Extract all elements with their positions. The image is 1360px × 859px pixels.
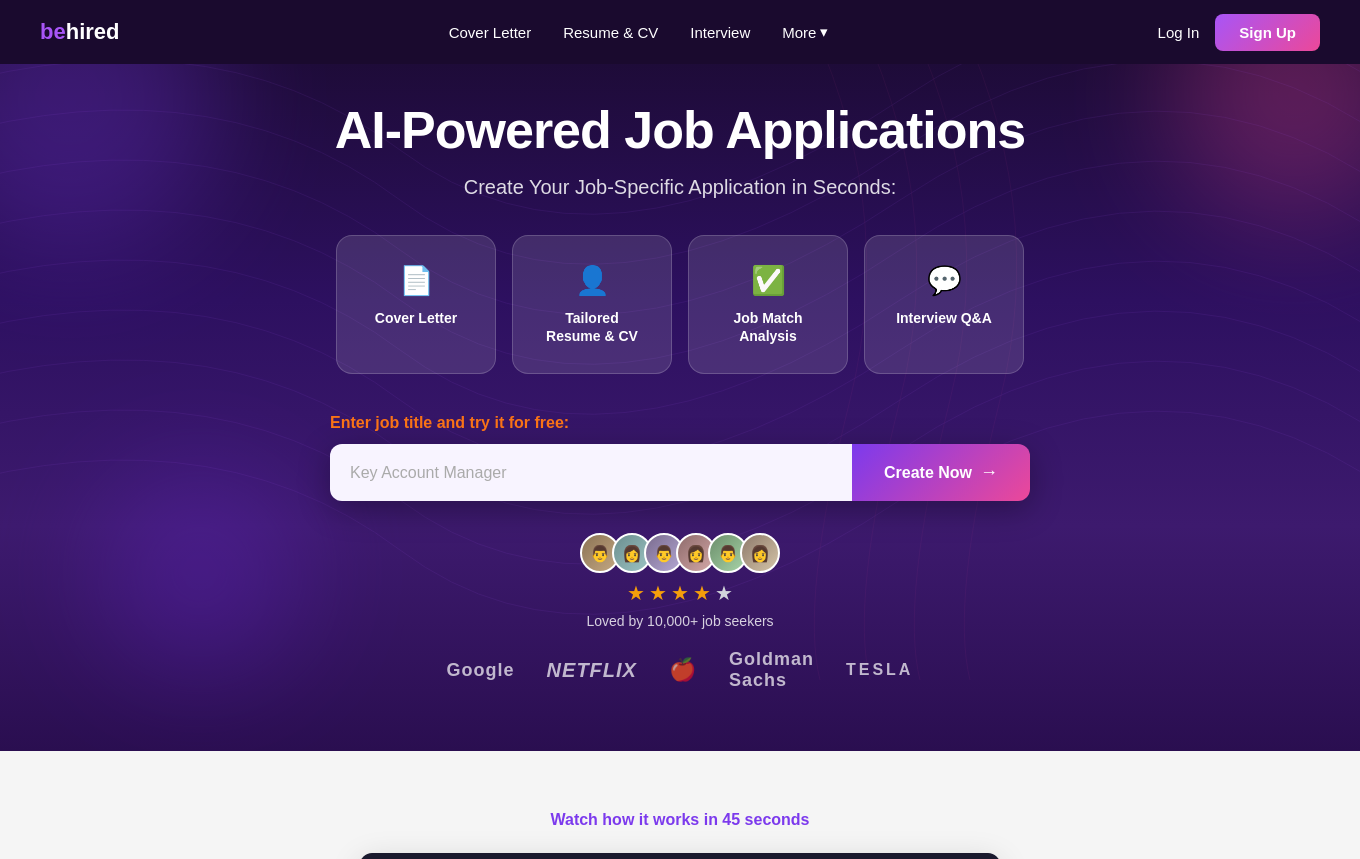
cover-letter-label: Cover Letter xyxy=(375,309,457,327)
feature-cards-row: 📄 Cover Letter 👤 Tailored Resume & CV ✅ … xyxy=(336,235,1024,374)
star-5: ★ xyxy=(715,581,733,605)
job-match-label: Job Match Analysis xyxy=(713,309,823,345)
navbar: behired Cover Letter Resume & CV Intervi… xyxy=(0,0,1360,64)
netflix-logo: NETFLIX xyxy=(547,659,637,682)
logo-hired: hired xyxy=(66,19,120,44)
job-title-input[interactable] xyxy=(330,444,852,501)
tailored-resume-icon: 👤 xyxy=(575,264,610,297)
apple-logo: 🍎 xyxy=(669,657,697,683)
star-2: ★ xyxy=(649,581,667,605)
company-logos-row: Google NETFLIX 🍎 GoldmanSachs TESLA xyxy=(447,649,914,691)
create-now-button[interactable]: Create Now → xyxy=(852,444,1030,501)
feature-card-cover-letter[interactable]: 📄 Cover Letter xyxy=(336,235,496,374)
loved-text: Loved by 10,000+ job seekers xyxy=(586,613,773,629)
signup-button[interactable]: Sign Up xyxy=(1215,14,1320,51)
feature-card-tailored-resume[interactable]: 👤 Tailored Resume & CV xyxy=(512,235,672,374)
job-match-icon: ✅ xyxy=(751,264,786,297)
nav-cover-letter[interactable]: Cover Letter xyxy=(449,24,532,41)
cta-section: Enter job title and try it for free: Cre… xyxy=(330,414,1030,501)
arrow-right-icon: → xyxy=(980,462,998,483)
login-button[interactable]: Log In xyxy=(1158,24,1200,41)
cta-label: Enter job title and try it for free: xyxy=(330,414,1030,432)
stars-row: ★ ★ ★ ★ ★ xyxy=(627,581,733,605)
star-1: ★ xyxy=(627,581,645,605)
cover-letter-icon: 📄 xyxy=(399,264,434,297)
star-3: ★ xyxy=(671,581,689,605)
video-inner: bh Introduction to Behired - How to Crea… xyxy=(360,853,1000,859)
hero-subtitle: Create Your Job-Specific Application in … xyxy=(464,176,897,199)
video-container: bh Introduction to Behired - How to Crea… xyxy=(360,853,1000,859)
watch-link[interactable]: Watch how it works in 45 seconds xyxy=(550,811,809,828)
cta-input-row: Create Now → xyxy=(330,444,1030,501)
hero-section: AI-Powered Job Applications Create Your … xyxy=(0,0,1360,751)
chevron-down-icon xyxy=(820,23,828,41)
nav-interview[interactable]: Interview xyxy=(690,24,750,41)
google-logo: Google xyxy=(447,660,515,681)
cta-free-text: try it for free xyxy=(470,414,564,431)
tesla-logo: TESLA xyxy=(846,661,913,679)
avatar-6: 👩 xyxy=(740,533,780,573)
nav-right: Log In Sign Up xyxy=(1158,14,1320,51)
interview-qa-icon: 💬 xyxy=(927,264,962,297)
below-fold-section: Watch how it works in 45 seconds bh Intr… xyxy=(0,751,1360,859)
social-proof: 👨 👩 👨 👩 👨 👩 ★ ★ ★ ★ ★ Loved by 10,000+ j… xyxy=(580,533,780,629)
nav-more[interactable]: More xyxy=(782,23,828,41)
feature-card-job-match[interactable]: ✅ Job Match Analysis xyxy=(688,235,848,374)
interview-qa-label: Interview Q&A xyxy=(896,309,992,327)
star-4: ★ xyxy=(693,581,711,605)
nav-resume-cv[interactable]: Resume & CV xyxy=(563,24,658,41)
logo-be: be xyxy=(40,19,66,44)
feature-card-interview-qa[interactable]: 💬 Interview Q&A xyxy=(864,235,1024,374)
avatars-row: 👨 👩 👨 👩 👨 👩 xyxy=(580,533,780,573)
goldman-sachs-logo: GoldmanSachs xyxy=(729,649,814,691)
hero-title: AI-Powered Job Applications xyxy=(335,100,1026,160)
logo[interactable]: behired xyxy=(40,19,119,45)
tailored-resume-label: Tailored Resume & CV xyxy=(537,309,647,345)
nav-links: Cover Letter Resume & CV Interview More xyxy=(449,23,829,41)
blob-3 xyxy=(100,471,300,671)
